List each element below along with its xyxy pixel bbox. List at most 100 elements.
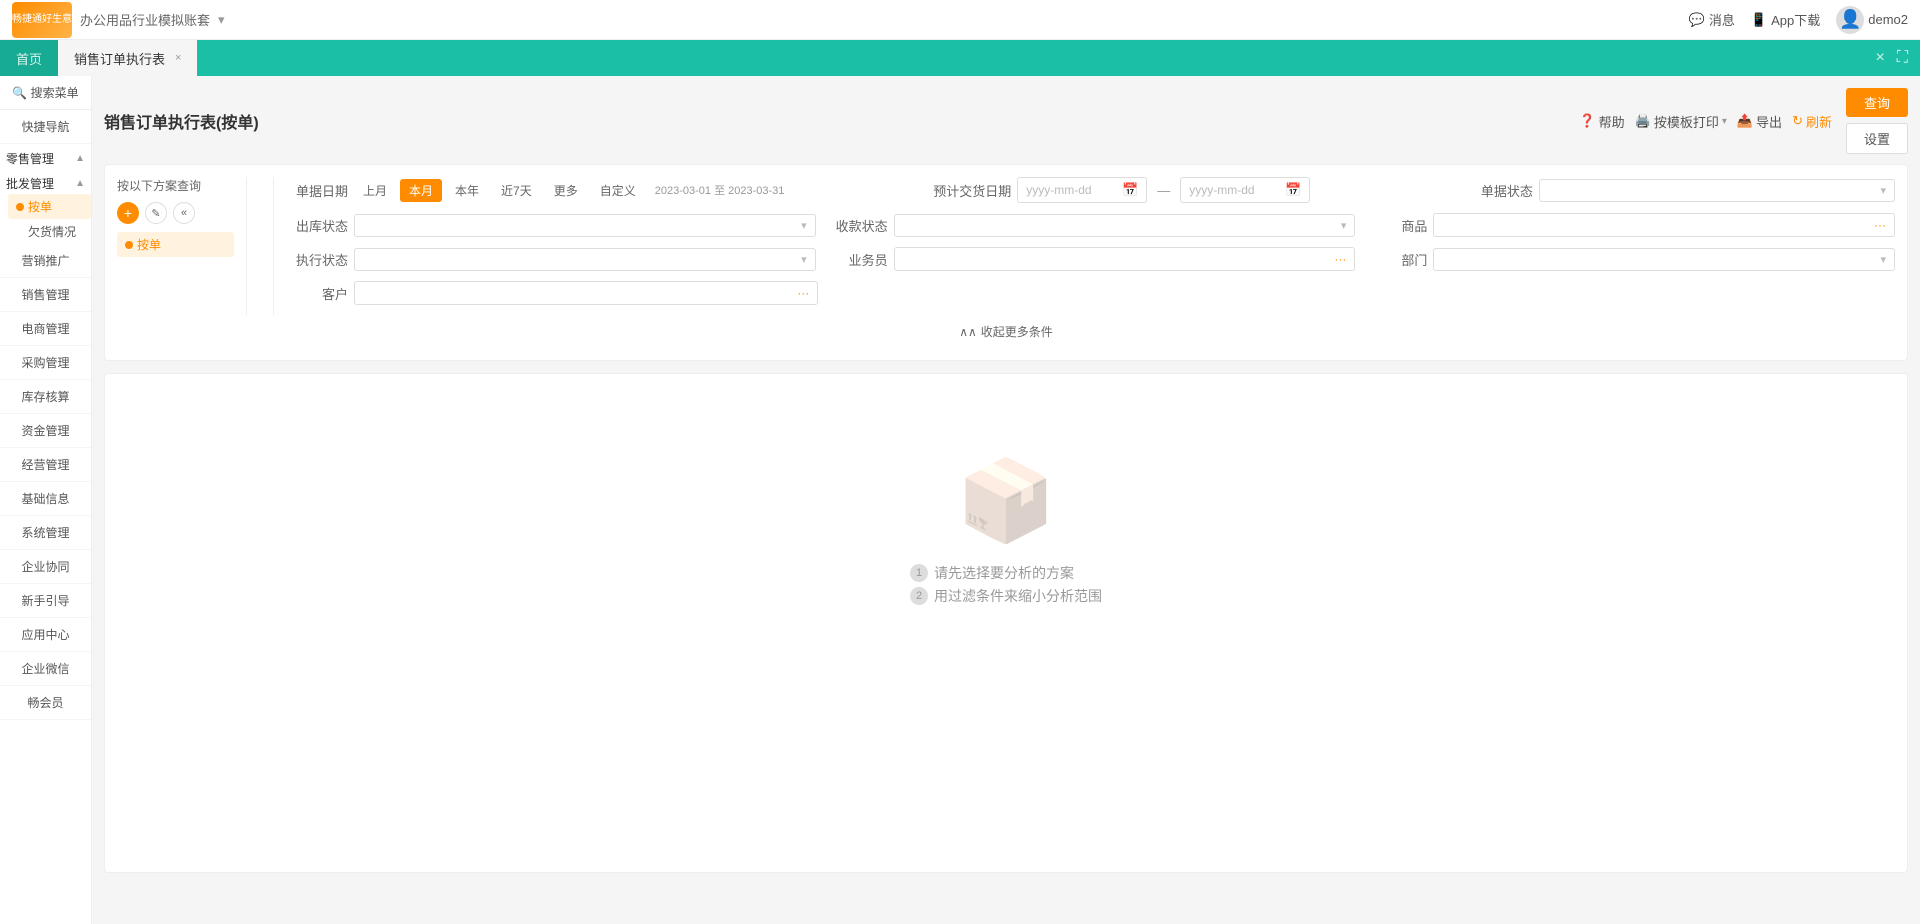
bullet-icon2	[16, 228, 24, 236]
salesperson-label: 业务员	[828, 250, 888, 269]
date-btn-more[interactable]: 更多	[545, 179, 587, 202]
tab-expand-btn[interactable]: ⛶	[1893, 47, 1912, 69]
salesperson-input[interactable]: ···	[894, 247, 1356, 271]
sidebar-item-retail-mgmt[interactable]: 零售管理 ▲	[0, 144, 91, 169]
date-btn-this-month[interactable]: 本月	[400, 179, 442, 202]
sidebar-item-member[interactable]: 畅会员	[0, 686, 91, 720]
top-title: 办公用品行业模拟账套	[80, 10, 210, 29]
goods-dots-icon[interactable]: ···	[1874, 218, 1886, 232]
sidebar-item-inventory[interactable]: 库存核算	[0, 380, 91, 414]
message-icon: 💬	[1689, 12, 1705, 28]
top-title-dropdown[interactable]: ▾	[218, 12, 225, 28]
page-header: 销售订单执行表(按单) ❓ 帮助 🖨️ 按模板打印 ▾ 📤 导出 ↻	[104, 88, 1908, 154]
setting-button[interactable]: 设置	[1846, 123, 1908, 154]
sidebar-item-basic-info[interactable]: 基础信息	[0, 482, 91, 516]
plan-item-press-order[interactable]: 按单	[117, 232, 234, 257]
tab-bar-actions: × ⛶	[1871, 47, 1920, 69]
tip-num-2: 2	[910, 587, 928, 605]
out-status-select[interactable]: ▾	[354, 214, 816, 237]
template-print-btn[interactable]: 🖨️ 按模板打印 ▾	[1635, 112, 1727, 131]
doc-status-label: 单据状态	[1473, 181, 1533, 200]
sidebar-item-ops-mgmt[interactable]: 经营管理	[0, 448, 91, 482]
dept-chevron-icon: ▾	[1880, 253, 1886, 266]
empty-tip-1: 1 请先选择要分析的方案	[910, 563, 1102, 583]
sidebar-item-sales-mgmt[interactable]: 销售管理	[0, 278, 91, 312]
app-download-btn[interactable]: 📱 App下载	[1751, 10, 1820, 29]
out-status-label: 出库状态	[288, 216, 348, 235]
filter-cell-exec-status: 执行状态 ▾	[288, 248, 816, 271]
salesperson-dots-icon[interactable]: ···	[1334, 252, 1346, 266]
sidebar-item-corp-wechat[interactable]: 企业微信	[0, 652, 91, 686]
filter-row-3: 执行状态 ▾ 业务员 ··· 部门	[288, 247, 1895, 271]
empty-state: 📦 1 请先选择要分析的方案 2 用过滤条件来缩小分析范围	[105, 374, 1907, 689]
page-title: 销售订单执行表(按单)	[104, 109, 259, 133]
collection-status-label: 收款状态	[828, 216, 888, 235]
app-logo[interactable]: 畅捷通好生意	[12, 2, 72, 38]
export-btn[interactable]: 📤 导出	[1737, 112, 1782, 131]
date-btn-last-7[interactable]: 近7天	[492, 179, 541, 202]
collapse-more-btn[interactable]: ∧∧ 收起更多条件	[117, 315, 1895, 348]
customer-dots-icon[interactable]: ···	[797, 286, 809, 300]
sidebar-item-purchase-mgmt[interactable]: 采购管理	[0, 346, 91, 380]
filter-cell-salesperson: 业务员 ···	[828, 247, 1356, 271]
sidebar-item-quick-nav[interactable]: 快捷导航	[0, 110, 91, 144]
date-label: 单据日期	[288, 181, 348, 200]
empty-tip-2: 2 用过滤条件来缩小分析范围	[910, 586, 1102, 606]
filter-row-1: 单据日期 上月 本月 本年 近7天 更多 自定义 2023-03-01 至 20…	[288, 177, 1895, 203]
filter-cell-out-status: 出库状态 ▾	[288, 214, 816, 237]
dept-label: 部门	[1367, 250, 1427, 269]
collapse-plan-btn[interactable]: «	[173, 202, 195, 224]
date-to-input[interactable]: yyyy-mm-dd 📅	[1180, 177, 1310, 203]
user-avatar-btn[interactable]: 👤 demo2	[1836, 6, 1908, 34]
dept-select[interactable]: ▾	[1433, 248, 1895, 271]
collection-status-select[interactable]: ▾	[894, 214, 1356, 237]
add-plan-btn[interactable]: +	[117, 202, 139, 224]
right-btns: 查询 设置	[1846, 88, 1908, 154]
main-content: 销售订单执行表(按单) ❓ 帮助 🖨️ 按模板打印 ▾ 📤 导出 ↻	[92, 76, 1920, 924]
goods-label: 商品	[1367, 216, 1427, 235]
chevron-retail-icon: ▲	[75, 153, 85, 164]
tab-close-icon[interactable]: ×	[175, 52, 181, 64]
date-btn-custom[interactable]: 自定义	[591, 179, 645, 202]
date-btn-last-month[interactable]: 上月	[354, 179, 396, 202]
tab-close-all-btn[interactable]: ×	[1871, 47, 1888, 69]
sidebar-item-finance-mgmt[interactable]: 资金管理	[0, 414, 91, 448]
filter-cell-dept: 部门 ▾	[1367, 248, 1895, 271]
message-btn[interactable]: 💬 消息	[1689, 10, 1735, 29]
top-bar: 畅捷通好生意 办公用品行业模拟账套 ▾ 💬 消息 📱 App下载 👤 demo2	[0, 0, 1920, 40]
sidebar-item-marketing[interactable]: 营销推广	[0, 244, 91, 278]
sidebar-sub-press-order[interactable]: 按单	[8, 194, 91, 219]
main-body: 📦 1 请先选择要分析的方案 2 用过滤条件来缩小分析范围	[104, 373, 1908, 873]
help-btn[interactable]: ❓ 帮助	[1579, 112, 1624, 131]
refresh-icon: ↻	[1792, 113, 1803, 129]
export-icon: 📤	[1737, 113, 1753, 129]
customer-input[interactable]: ···	[354, 281, 818, 305]
sidebar-item-corp-collab[interactable]: 企业协同	[0, 550, 91, 584]
edit-plan-btn[interactable]: ✎	[145, 202, 167, 224]
sidebar-search[interactable]: 🔍 搜索菜单	[0, 76, 91, 110]
date-from-input[interactable]: yyyy-mm-dd 📅	[1017, 177, 1147, 203]
date-btn-this-year[interactable]: 本年	[446, 179, 488, 202]
sidebar-item-wholesale-mgmt[interactable]: 批发管理 ▲	[0, 169, 91, 194]
exec-status-select[interactable]: ▾	[354, 248, 816, 271]
sidebar-item-sys-mgmt[interactable]: 系统管理	[0, 516, 91, 550]
top-bar-left: 畅捷通好生意 办公用品行业模拟账套 ▾	[12, 2, 225, 38]
out-status-chevron-icon: ▾	[801, 219, 807, 232]
tab-bar: 首页 销售订单执行表 × × ⛶	[0, 40, 1920, 76]
calendar-icon-from[interactable]: 📅	[1122, 182, 1138, 198]
filter-panel: 按以下方案查询 + ✎ « 按单	[104, 164, 1908, 361]
goods-input[interactable]: ···	[1433, 213, 1895, 237]
calendar-icon-to[interactable]: 📅	[1285, 182, 1301, 198]
empty-tips: 1 请先选择要分析的方案 2 用过滤条件来缩小分析范围	[910, 560, 1102, 609]
tab-sales-exec[interactable]: 销售订单执行表 ×	[58, 40, 197, 76]
sidebar-item-app-center[interactable]: 应用中心	[0, 618, 91, 652]
refresh-btn[interactable]: ↻ 刷新	[1792, 112, 1832, 131]
tab-home[interactable]: 首页	[0, 40, 58, 76]
sidebar-sub-stock-status[interactable]: 欠货情况	[8, 219, 91, 244]
doc-status-select[interactable]: ▾	[1539, 179, 1895, 202]
exec-status-label: 执行状态	[288, 250, 348, 269]
sidebar-item-ecom-mgmt[interactable]: 电商管理	[0, 312, 91, 346]
sidebar-item-new-guide[interactable]: 新手引导	[0, 584, 91, 618]
collapse-icon: «	[181, 207, 187, 219]
query-button[interactable]: 查询	[1846, 88, 1908, 117]
